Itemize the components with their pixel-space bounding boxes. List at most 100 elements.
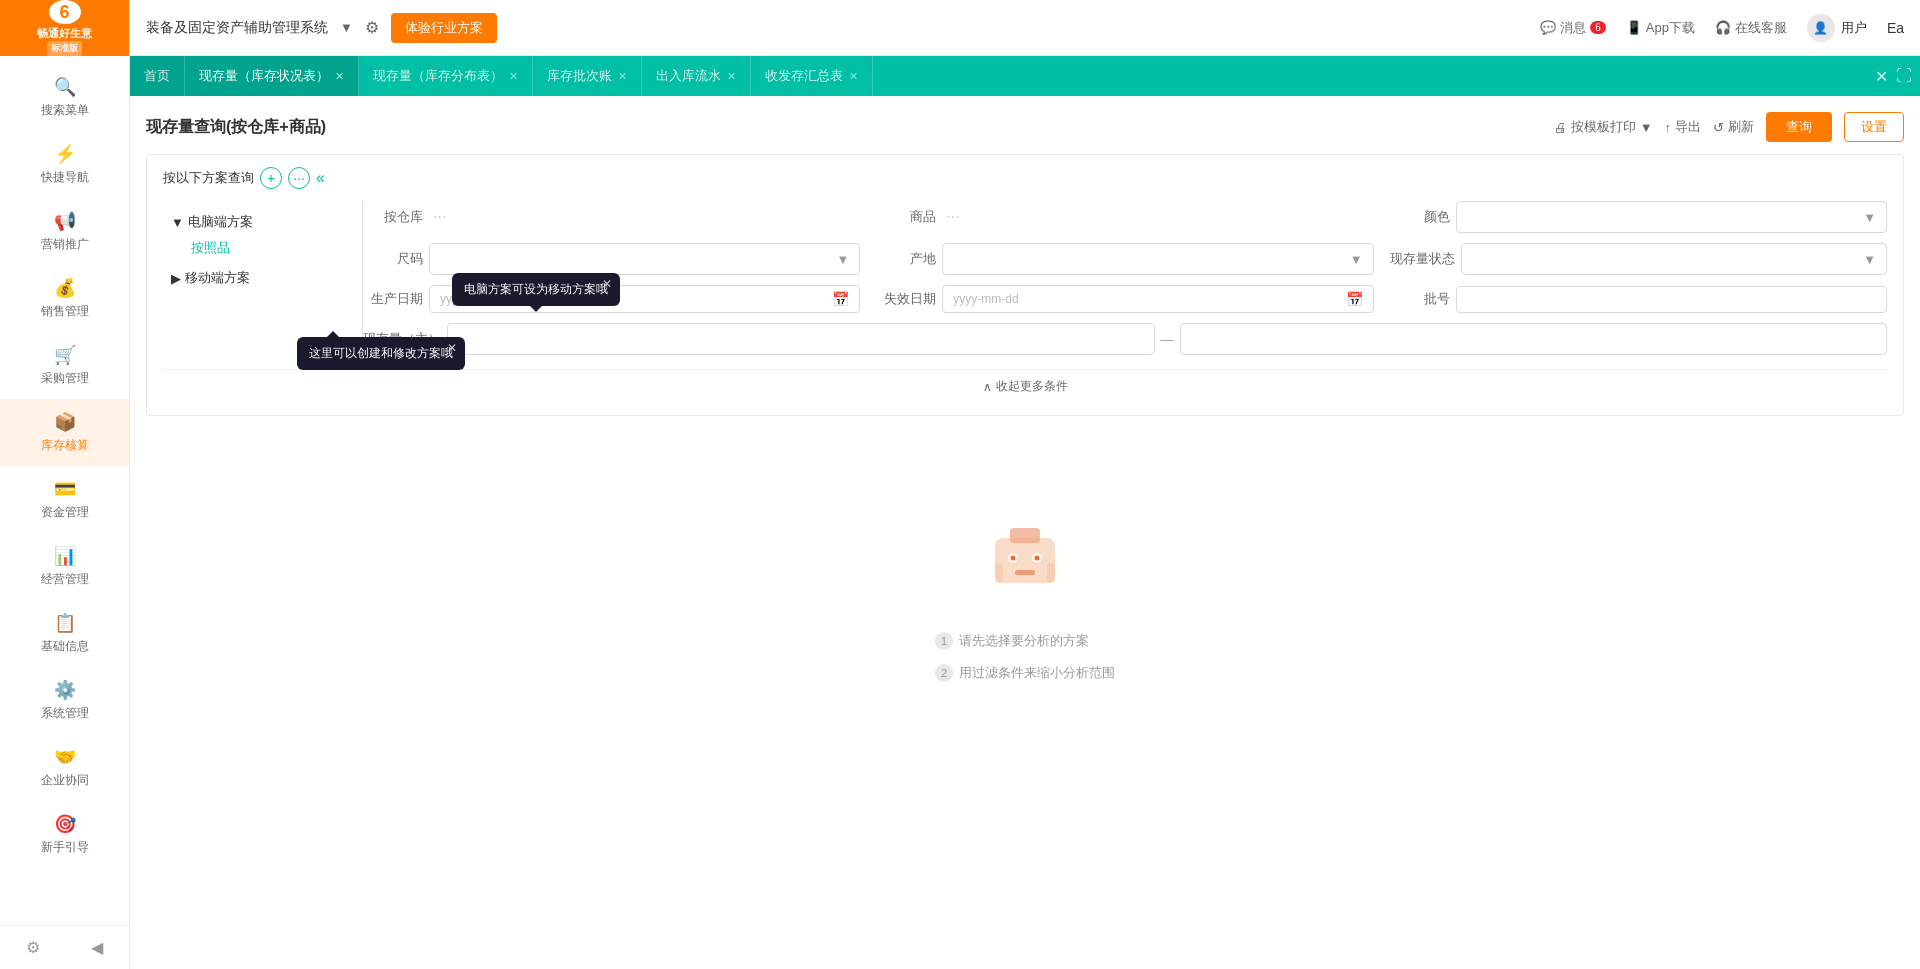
- sidebar-item-system[interactable]: ⚙️ 系统管理: [0, 667, 129, 734]
- batch-input[interactable]: [1456, 286, 1887, 313]
- tab-in-out[interactable]: 出入库流水 ✕: [642, 56, 751, 96]
- expire-date-label: 失效日期: [876, 290, 936, 308]
- tab-inventory-status-close[interactable]: ✕: [335, 70, 344, 83]
- collapse-button[interactable]: ∧ 收起更多条件: [163, 369, 1887, 403]
- user-info[interactable]: 👤 用户: [1807, 14, 1867, 42]
- phone-icon: 📱: [1626, 20, 1642, 35]
- header-left: 装备及固定资产辅助管理系统 ▼ ⚙ 体验行业方案: [146, 13, 497, 43]
- refresh-action[interactable]: ↺ 刷新: [1713, 118, 1754, 136]
- size-select[interactable]: ▼: [429, 243, 860, 275]
- sidebar-item-nav[interactable]: ⚡ 快捷导航: [0, 131, 129, 198]
- app-download-action[interactable]: 📱 App下载: [1626, 19, 1695, 37]
- finance-icon: 💳: [54, 478, 76, 500]
- size-label: 尺码: [363, 250, 423, 268]
- tooltip-2-close[interactable]: ✕: [447, 341, 457, 355]
- color-arrow: ▼: [1863, 210, 1876, 225]
- sidebar-item-guide[interactable]: 🎯 新手引导: [0, 801, 129, 868]
- guide-icon: 🎯: [54, 813, 76, 835]
- collapse-icon[interactable]: ◀: [91, 938, 103, 957]
- sidebar-item-sales[interactable]: 💰 销售管理: [0, 265, 129, 332]
- empty-state: 1 请先选择要分析的方案 2 用过滤条件来缩小分析范围: [146, 428, 1904, 766]
- size-arrow: ▼: [836, 252, 849, 267]
- filter-back-button[interactable]: «: [316, 169, 325, 187]
- mobile-scheme-item[interactable]: ▶ 移动端方案: [171, 265, 354, 291]
- print-arrow: ▼: [1640, 120, 1653, 135]
- sidebar-label-finance: 资金管理: [41, 504, 89, 521]
- sidebar-item-marketing[interactable]: 📢 营销推广: [0, 198, 129, 265]
- filter-add-button[interactable]: +: [260, 167, 282, 189]
- tab-home[interactable]: 首页: [130, 56, 185, 96]
- tab-batch-account[interactable]: 库存批次账 ✕: [533, 56, 642, 96]
- experience-button[interactable]: 体验行业方案: [391, 13, 497, 43]
- tab-inventory-dist[interactable]: 现存量（库存分布表） ✕: [359, 56, 533, 96]
- scheme-tooltip-2-text: 这里可以创建和修改方案哦: [309, 346, 453, 360]
- refresh-label: 刷新: [1728, 118, 1754, 136]
- page-title-bar: 现存量查询(按仓库+商品) 🖨 按模板打印 ▼ ↑ 导出 ↺ 刷新: [146, 112, 1904, 142]
- page-title: 现存量查询(按仓库+商品): [146, 117, 326, 138]
- logo-badge: 标准版: [47, 41, 82, 56]
- sidebar-item-finance[interactable]: 💳 资金管理: [0, 466, 129, 533]
- stock-qty-to[interactable]: [1180, 323, 1888, 355]
- settings-filter-button[interactable]: 设置: [1844, 112, 1904, 142]
- query-button[interactable]: 查询: [1766, 112, 1832, 142]
- stock-status-arrow: ▼: [1863, 252, 1876, 267]
- tab-expand-btn[interactable]: ⛶: [1896, 67, 1912, 85]
- basic-icon: 📋: [54, 612, 76, 634]
- filter-more-button[interactable]: ···: [288, 167, 310, 189]
- logo-icon: 6: [49, 0, 81, 24]
- sidebar-item-basic[interactable]: 📋 基础信息: [0, 600, 129, 667]
- sidebar-logo: 6 畅通好生意 标准版: [0, 0, 129, 56]
- sidebar-item-enterprise[interactable]: 🤝 企业协同: [0, 734, 129, 801]
- tab-home-label: 首页: [144, 67, 170, 85]
- empty-step-2-text: 用过滤条件来缩小分析范围: [959, 660, 1115, 686]
- pc-sub-item[interactable]: 按照品: [171, 235, 354, 257]
- svg-rect-6: [1015, 570, 1035, 575]
- sidebar-label-marketing: 营销推广: [41, 236, 89, 253]
- system-dropdown[interactable]: ▼: [340, 20, 353, 35]
- sidebar-item-search[interactable]: 🔍 搜索菜单: [0, 64, 129, 131]
- avatar-icon: 👤: [1813, 21, 1828, 35]
- sidebar-label-basic: 基础信息: [41, 638, 89, 655]
- goods-label: 商品: [876, 208, 936, 226]
- color-select[interactable]: ▼: [1456, 201, 1887, 233]
- tab-inventory-dist-close[interactable]: ✕: [509, 70, 518, 83]
- warehouse-dots[interactable]: ···: [433, 208, 446, 226]
- collapse-label: 收起更多条件: [996, 378, 1068, 395]
- tab-close-all-btn[interactable]: ✕: [1875, 67, 1888, 86]
- origin-label: 产地: [876, 250, 936, 268]
- scheme-tooltip-2: 这里可以创建和修改方案哦 ✕: [297, 337, 465, 370]
- stock-status-select[interactable]: ▼: [1461, 243, 1887, 275]
- tab-batch-account-close[interactable]: ✕: [618, 70, 627, 83]
- tab-in-out-close[interactable]: ✕: [727, 70, 736, 83]
- expire-date-placeholder: yyyy-mm-dd: [953, 292, 1018, 306]
- system-icon: ⚙️: [54, 679, 76, 701]
- sidebar-item-inventory[interactable]: 📦 库存核算: [0, 399, 129, 466]
- settings-bottom-icon[interactable]: ⚙: [26, 938, 40, 957]
- svg-point-5: [1035, 556, 1040, 561]
- field-goods: 商品 ···: [876, 208, 1373, 226]
- goods-dots[interactable]: ···: [946, 208, 959, 226]
- stock-qty-from[interactable]: [447, 323, 1155, 355]
- export-action[interactable]: ↑ 导出: [1665, 118, 1702, 136]
- tab-bar: 首页 现存量（库存状况表） ✕ 现存量（库存分布表） ✕ 库存批次账 ✕ 出入库…: [130, 56, 1920, 96]
- expire-date-input[interactable]: yyyy-mm-dd 📅: [942, 285, 1373, 313]
- origin-select[interactable]: ▼: [942, 243, 1373, 275]
- print-action[interactable]: 🖨 按模板打印 ▼: [1554, 118, 1653, 136]
- pc-scheme-item[interactable]: ▼ 电脑端方案: [171, 209, 354, 235]
- message-action[interactable]: 💬 消息 6: [1540, 19, 1606, 37]
- tab-receipt-summary-label: 收发存汇总表: [765, 67, 843, 85]
- field-size: 尺码 ▼: [363, 243, 860, 275]
- online-support-action[interactable]: 🎧 在线客服: [1715, 19, 1787, 37]
- header-settings-icon[interactable]: ⚙: [365, 18, 379, 37]
- tab-receipt-summary[interactable]: 收发存汇总表 ✕: [751, 56, 873, 96]
- sidebar-item-purchase[interactable]: 🛒 采购管理: [0, 332, 129, 399]
- tooltip-1-close[interactable]: ✕: [602, 277, 612, 291]
- tab-inventory-status[interactable]: 现存量（库存状况表） ✕: [185, 56, 359, 96]
- produce-date-calendar-icon: 📅: [832, 291, 849, 307]
- sidebar: 6 畅通好生意 标准版 🔍 搜索菜单 ⚡ 快捷导航 📢 营销推广 💰 销售管理 …: [0, 0, 130, 969]
- purchase-icon: 🛒: [54, 344, 76, 366]
- expire-date-calendar-icon: 📅: [1346, 291, 1363, 307]
- sidebar-item-operations[interactable]: 📊 经营管理: [0, 533, 129, 600]
- tab-receipt-summary-close[interactable]: ✕: [849, 70, 858, 83]
- svg-rect-7: [995, 563, 1003, 583]
